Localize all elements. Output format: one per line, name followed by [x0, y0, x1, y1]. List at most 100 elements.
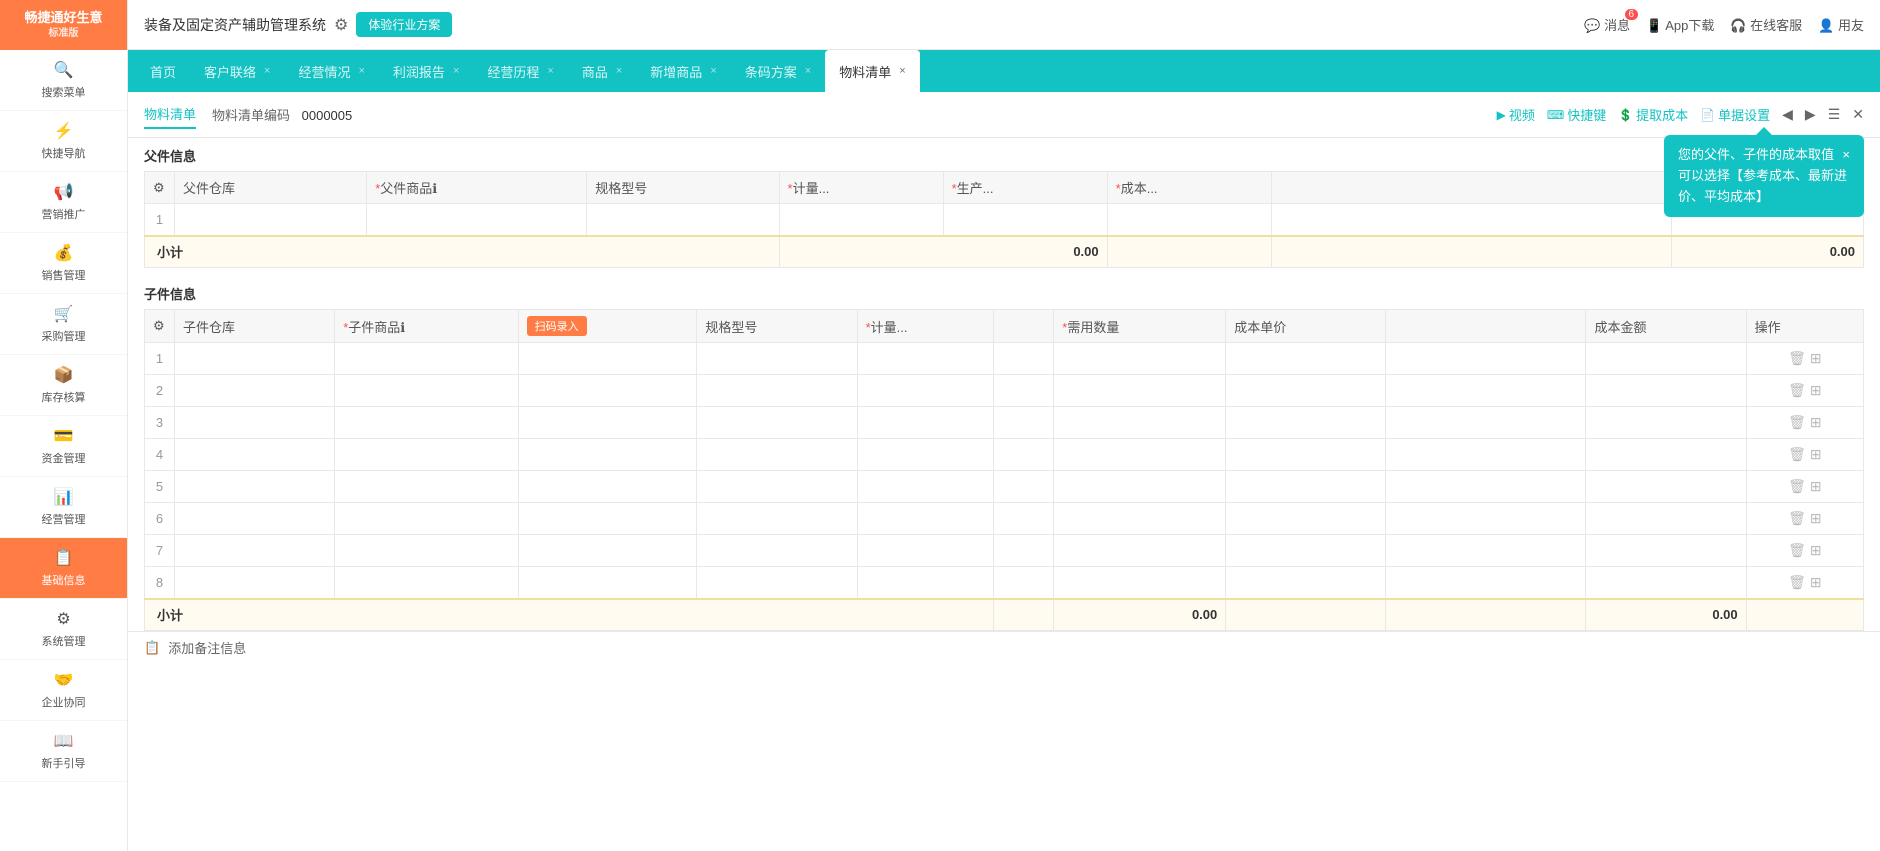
- child-cell-spec-6[interactable]: [697, 503, 857, 535]
- sidebar-item-9[interactable]: ⚙系统管理: [0, 599, 127, 660]
- copy-icon-2[interactable]: ⊞: [1810, 382, 1822, 399]
- child-cell-unit-1[interactable]: [857, 343, 994, 375]
- child-cell-warehouse-6[interactable]: [175, 503, 335, 535]
- sidebar-item-6[interactable]: 💳资金管理: [0, 416, 127, 477]
- menu-icon[interactable]: ☰: [1828, 106, 1841, 123]
- delete-icon-1[interactable]: 🗑: [1788, 350, 1806, 367]
- child-cell-amount-8[interactable]: [1586, 567, 1746, 599]
- child-cell-spec-7[interactable]: [697, 535, 857, 567]
- parent-cell-spec[interactable]: [587, 204, 779, 236]
- parent-cell-warehouse[interactable]: [175, 204, 367, 236]
- copy-icon-3[interactable]: ⊞: [1810, 414, 1822, 431]
- child-cell-qty-1[interactable]: [1054, 343, 1226, 375]
- child-cell-price-6[interactable]: [1226, 503, 1386, 535]
- child-cell-unit-3[interactable]: [857, 407, 994, 439]
- nav-tab-3[interactable]: 利润报告×: [379, 50, 473, 92]
- sidebar-item-7[interactable]: 📊经营管理: [0, 477, 127, 538]
- child-cell-product-7[interactable]: [335, 535, 518, 567]
- child-cell-price-7[interactable]: [1226, 535, 1386, 567]
- child-cell-product-3[interactable]: [335, 407, 518, 439]
- child-cell-price-1[interactable]: [1226, 343, 1386, 375]
- child-col-scan[interactable]: 扫码录入: [518, 310, 697, 343]
- nav-tab-4[interactable]: 经营历程×: [473, 50, 567, 92]
- child-cell-qty-2[interactable]: [1054, 375, 1226, 407]
- nav-tab-close-8[interactable]: ×: [899, 65, 905, 77]
- nav-tab-8[interactable]: 物料清单×: [825, 50, 919, 92]
- nav-tab-2[interactable]: 经营情况×: [284, 50, 378, 92]
- delete-icon-3[interactable]: 🗑: [1788, 414, 1806, 431]
- child-cell-spec-5[interactable]: [697, 471, 857, 503]
- nav-tab-close-5[interactable]: ×: [616, 65, 622, 77]
- child-cell-amount-4[interactable]: [1586, 439, 1746, 471]
- nav-tab-close-4[interactable]: ×: [547, 65, 553, 77]
- nav-tab-close-7[interactable]: ×: [805, 65, 811, 77]
- sidebar-item-8[interactable]: 📋基础信息: [0, 538, 127, 599]
- child-cell-scan-8[interactable]: [518, 567, 697, 599]
- child-cell-qty-7[interactable]: [1054, 535, 1226, 567]
- prev-arrow[interactable]: ◀: [1782, 106, 1793, 123]
- child-cell-warehouse-1[interactable]: [175, 343, 335, 375]
- copy-icon-8[interactable]: ⊞: [1810, 574, 1822, 591]
- delete-icon-8[interactable]: 🗑: [1788, 574, 1806, 591]
- delete-icon-2[interactable]: 🗑: [1788, 382, 1806, 399]
- child-cell-scan-1[interactable]: [518, 343, 697, 375]
- parent-cell-cost[interactable]: [1107, 204, 1271, 236]
- child-cell-amount-6[interactable]: [1586, 503, 1746, 535]
- parent-cell-unit[interactable]: [779, 204, 943, 236]
- nav-tab-1[interactable]: 客户联络×: [190, 50, 284, 92]
- sidebar-item-5[interactable]: 📦库存核算: [0, 355, 127, 416]
- child-cell-qty-4[interactable]: [1054, 439, 1226, 471]
- delete-icon-7[interactable]: 🗑: [1788, 542, 1806, 559]
- child-cell-warehouse-5[interactable]: [175, 471, 335, 503]
- bottom-add-note[interactable]: 添加备注信息: [168, 638, 246, 657]
- child-cell-scan-5[interactable]: [518, 471, 697, 503]
- messages-btn[interactable]: 💬 消息 6: [1584, 15, 1630, 34]
- parent-cell-production[interactable]: [943, 204, 1107, 236]
- single-settings-btn[interactable]: 📄 单据设置: [1700, 105, 1770, 124]
- nav-tab-0[interactable]: 首页: [136, 50, 190, 92]
- child-cell-scan-2[interactable]: [518, 375, 697, 407]
- child-cell-warehouse-8[interactable]: [175, 567, 335, 599]
- child-cell-amount-1[interactable]: [1586, 343, 1746, 375]
- child-cell-unit-7[interactable]: [857, 535, 994, 567]
- sidebar-item-11[interactable]: 📖新手引导: [0, 721, 127, 782]
- online-support-btn[interactable]: 🎧 在线客服: [1730, 15, 1802, 34]
- child-cell-scan-3[interactable]: [518, 407, 697, 439]
- extract-cost-btn[interactable]: 💲 提取成本: [1618, 105, 1688, 124]
- nav-tab-close-2[interactable]: ×: [358, 65, 364, 77]
- copy-icon-6[interactable]: ⊞: [1810, 510, 1822, 527]
- nav-tab-7[interactable]: 条码方案×: [731, 50, 825, 92]
- child-cell-price-3[interactable]: [1226, 407, 1386, 439]
- child-cell-unit-4[interactable]: [857, 439, 994, 471]
- child-cell-spec-8[interactable]: [697, 567, 857, 599]
- child-cell-qty-6[interactable]: [1054, 503, 1226, 535]
- child-cell-product-6[interactable]: [335, 503, 518, 535]
- child-cell-warehouse-4[interactable]: [175, 439, 335, 471]
- nav-tab-close-3[interactable]: ×: [453, 65, 459, 77]
- sidebar-item-10[interactable]: 🤝企业协同: [0, 660, 127, 721]
- settings-icon[interactable]: ⚙: [334, 15, 348, 35]
- copy-icon-4[interactable]: ⊞: [1810, 446, 1822, 463]
- child-cell-unit-6[interactable]: [857, 503, 994, 535]
- child-cell-spec-4[interactable]: [697, 439, 857, 471]
- child-cell-amount-3[interactable]: [1586, 407, 1746, 439]
- child-cell-amount-5[interactable]: [1586, 471, 1746, 503]
- sidebar-item-0[interactable]: 🔍搜索菜单: [0, 50, 127, 111]
- child-cell-spec-2[interactable]: [697, 375, 857, 407]
- child-cell-product-1[interactable]: [335, 343, 518, 375]
- child-cell-product-5[interactable]: [335, 471, 518, 503]
- close-page-icon[interactable]: ✕: [1852, 106, 1864, 123]
- child-cell-warehouse-7[interactable]: [175, 535, 335, 567]
- sidebar-item-3[interactable]: 💰销售管理: [0, 233, 127, 294]
- delete-icon-5[interactable]: 🗑: [1788, 478, 1806, 495]
- child-cell-price-2[interactable]: [1226, 375, 1386, 407]
- child-cell-unit-5[interactable]: [857, 471, 994, 503]
- experience-btn[interactable]: 体验行业方案: [356, 12, 452, 37]
- child-cell-scan-4[interactable]: [518, 439, 697, 471]
- child-cell-qty-3[interactable]: [1054, 407, 1226, 439]
- child-cell-spec-1[interactable]: [697, 343, 857, 375]
- child-cell-warehouse-3[interactable]: [175, 407, 335, 439]
- copy-icon-1[interactable]: ⊞: [1810, 350, 1822, 367]
- child-cell-product-2[interactable]: [335, 375, 518, 407]
- child-cell-price-4[interactable]: [1226, 439, 1386, 471]
